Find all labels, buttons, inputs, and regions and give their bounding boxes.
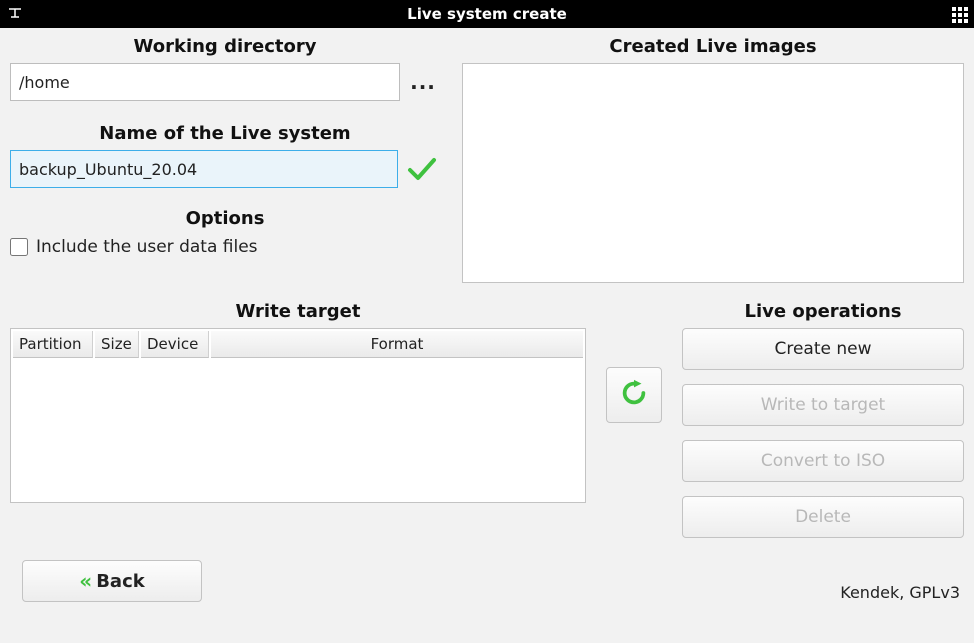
window-title: Live system create [0, 5, 974, 23]
delete-button: Delete [682, 496, 964, 538]
created-images-listbox[interactable] [462, 63, 964, 283]
created-images-heading: Created Live images [462, 36, 964, 57]
column-format[interactable]: Format [211, 331, 583, 358]
right-column: Created Live images [462, 36, 964, 283]
include-user-data-checkbox[interactable] [10, 238, 28, 256]
titlebar: Live system create [0, 0, 974, 28]
refresh-icon [619, 378, 649, 412]
options-heading: Options [10, 208, 440, 229]
working-directory-heading: Working directory [10, 36, 440, 57]
column-device[interactable]: Device [141, 331, 209, 358]
write-to-target-button: Write to target [682, 384, 964, 426]
include-user-data-label[interactable]: Include the user data files [36, 237, 258, 257]
working-directory-input[interactable] [10, 63, 400, 101]
working-directory-row: ... [10, 63, 440, 101]
live-name-input[interactable] [10, 150, 398, 188]
window-menu-icon[interactable] [6, 4, 24, 22]
bottom-row: « Back Kendek, GPLv3 [10, 560, 964, 602]
create-new-button[interactable]: Create new [682, 328, 964, 370]
live-operations-column: Live operations Create new Write to targ… [682, 301, 964, 538]
refresh-button[interactable] [606, 367, 662, 423]
browse-button[interactable]: ... [406, 63, 440, 101]
write-target-column: Write target Partition Size Device Forma… [10, 301, 586, 503]
back-button-label: Back [96, 571, 145, 592]
live-name-row [10, 150, 440, 188]
back-button[interactable]: « Back [22, 560, 202, 602]
app-grid-icon[interactable] [952, 7, 968, 23]
live-operations-buttons: Create new Write to target Convert to IS… [682, 328, 964, 538]
mid-row: Write target Partition Size Device Forma… [10, 301, 964, 538]
valid-checkmark-icon [404, 151, 440, 187]
column-partition[interactable]: Partition [13, 331, 93, 358]
write-target-table[interactable]: Partition Size Device Format [10, 328, 586, 503]
left-column: Working directory ... Name of the Live s… [10, 36, 440, 283]
live-operations-heading: Live operations [682, 301, 964, 322]
write-target-heading: Write target [10, 301, 586, 322]
chevron-left-icon: « [79, 569, 88, 593]
options-block: Options Include the user data files [10, 208, 440, 257]
include-user-data-row: Include the user data files [10, 237, 440, 257]
top-row: Working directory ... Name of the Live s… [10, 36, 964, 283]
main-area: Working directory ... Name of the Live s… [0, 28, 974, 606]
convert-to-iso-button: Convert to ISO [682, 440, 964, 482]
column-size[interactable]: Size [95, 331, 139, 358]
live-name-heading: Name of the Live system [10, 123, 440, 144]
credit-text: Kendek, GPLv3 [840, 583, 960, 602]
